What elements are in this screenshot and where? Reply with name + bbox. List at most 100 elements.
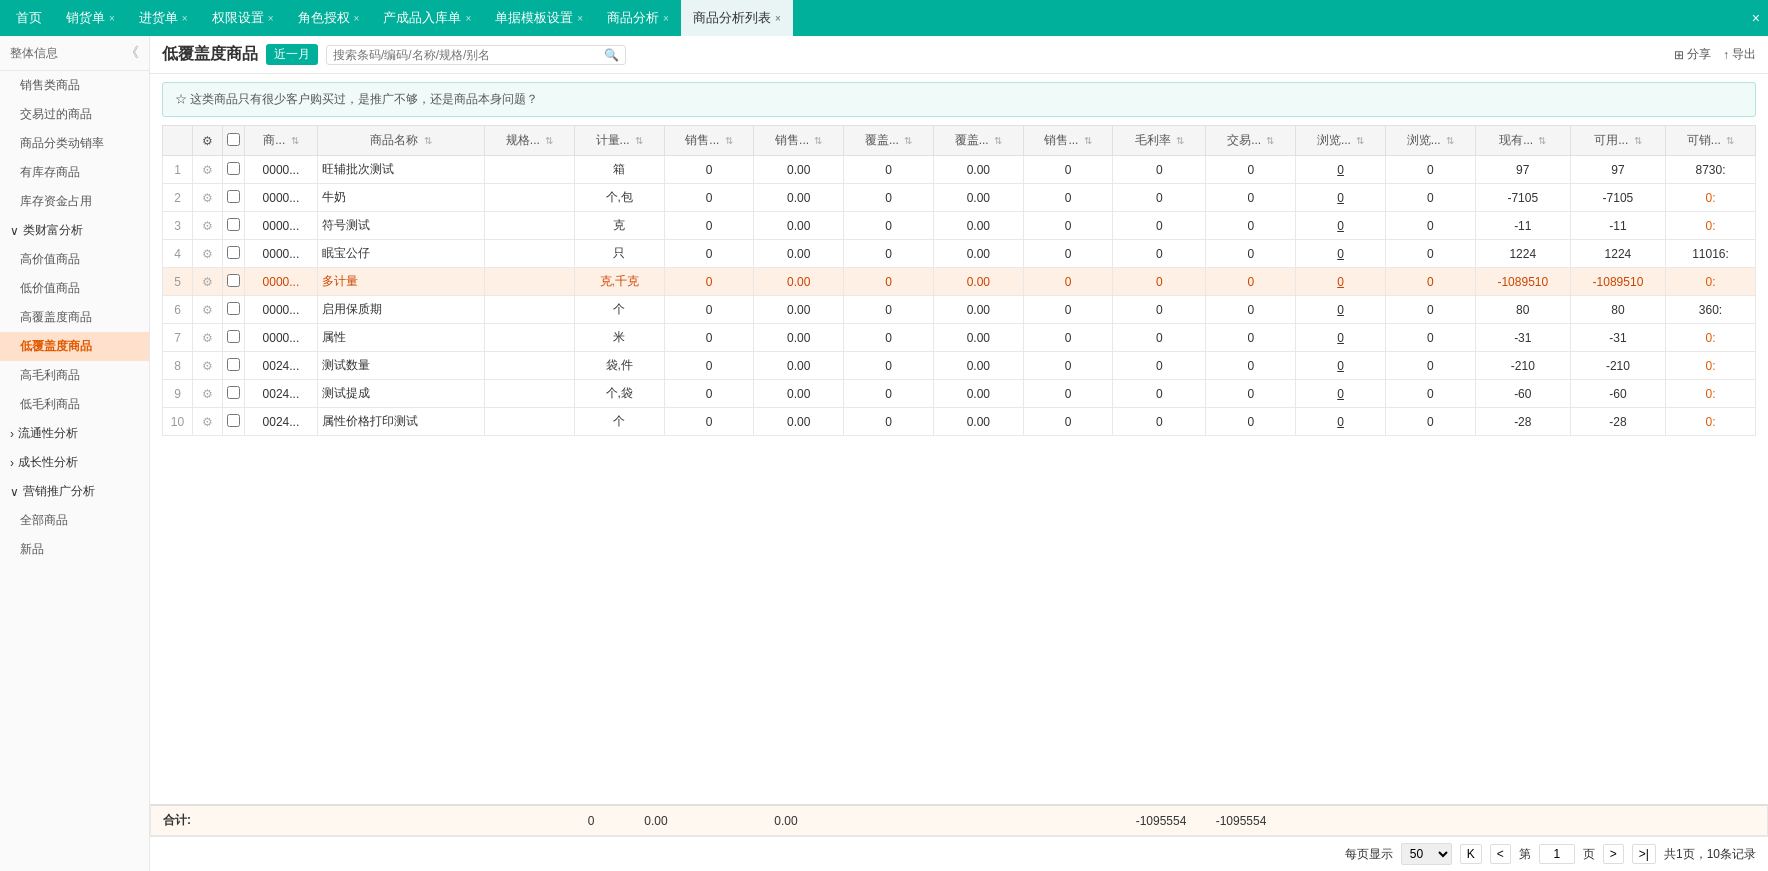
sidebar-item-sales-goods[interactable]: 销售类商品 [0,71,149,100]
row-checkbox[interactable] [223,212,245,240]
close-icon[interactable]: × [109,13,115,24]
name-column-header[interactable]: 商品名称 ⇅ [317,126,484,156]
cover2-column-header[interactable]: 覆盖... ⇅ [933,126,1023,156]
select-all-checkbox[interactable] [227,133,240,146]
sidebar-item-traded-goods[interactable]: 交易过的商品 [0,100,149,129]
row-checkbox[interactable] [223,268,245,296]
sidebar-item-high-value[interactable]: 高价值商品 [0,245,149,274]
code-column-header[interactable]: 商... ⇅ [245,126,318,156]
last-page-button[interactable]: >| [1632,844,1656,864]
close-icon[interactable]: × [663,13,669,24]
row-settings[interactable]: ⚙ [193,324,223,352]
sidebar-item-high-coverage[interactable]: 高覆盖度商品 [0,303,149,332]
nav-tab-role[interactable]: 角色授权 × [286,0,372,36]
row-settings[interactable]: ⚙ [193,184,223,212]
nav-tab-analysis-list[interactable]: 商品分析列表 × [681,0,793,36]
row-sales-qty: 0 [664,184,754,212]
close-icon[interactable]: × [182,13,188,24]
row-browse1[interactable]: 0 [1296,324,1386,352]
row-trade: 0 [1206,156,1296,184]
checkbox-column-header [223,126,245,156]
sales-amt-column-header[interactable]: 销售... ⇅ [754,126,844,156]
row-checkbox[interactable] [223,240,245,268]
sidebar-section: 销售类商品 交易过的商品 商品分类动销率 有库存商品 库存资金占用 ∨ 类财富分… [0,71,149,564]
row-settings[interactable]: ⚙ [193,156,223,184]
row-browse1[interactable]: 0 [1296,156,1386,184]
next-page-button[interactable]: > [1603,844,1624,864]
sidebar-group-wealth[interactable]: ∨ 类财富分析 [0,216,149,245]
prev-page-button[interactable]: < [1490,844,1511,864]
current-stock-column-header[interactable]: 现有... ⇅ [1475,126,1570,156]
page-number-input[interactable] [1539,844,1575,864]
nav-tab-sales[interactable]: 销货单 × [54,0,127,36]
search-input[interactable] [333,48,604,62]
sidebar-group-flow[interactable]: › 流通性分析 [0,419,149,448]
row-browse1[interactable]: 0 [1296,408,1386,436]
row-checkbox[interactable] [223,380,245,408]
date-filter-button[interactable]: 近一月 [266,44,318,65]
spec-column-header[interactable]: 规格... ⇅ [485,126,575,156]
share-button[interactable]: ⊞ 分享 [1674,46,1711,63]
sales-qty-column-header[interactable]: 销售... ⇅ [664,126,754,156]
settings-column-header[interactable]: ⚙ [193,126,223,156]
row-settings[interactable]: ⚙ [193,212,223,240]
available-column-header[interactable]: 可用... ⇅ [1570,126,1665,156]
nav-tab-purchase[interactable]: 进货单 × [127,0,200,36]
row-checkbox[interactable] [223,156,245,184]
row-settings[interactable]: ⚙ [193,380,223,408]
close-icon[interactable]: × [577,13,583,24]
row-checkbox[interactable] [223,184,245,212]
sidebar-item-stock-capital[interactable]: 库存资金占用 [0,187,149,216]
row-browse1[interactable]: 0 [1296,380,1386,408]
nav-tab-product-in[interactable]: 产成品入库单 × [371,0,483,36]
row-settings[interactable]: ⚙ [193,408,223,436]
row-browse1[interactable]: 0 [1296,212,1386,240]
sidebar-item-all-goods[interactable]: 全部商品 [0,506,149,535]
per-page-select[interactable]: 50 20 100 [1401,843,1452,865]
nav-tab-home[interactable]: 首页 [4,0,54,36]
row-browse1[interactable]: 0 [1296,240,1386,268]
sidebar-item-high-profit[interactable]: 高毛利商品 [0,361,149,390]
row-name: 属性价格打印测试 [317,408,484,436]
sidebar-item-low-value[interactable]: 低价值商品 [0,274,149,303]
row-settings[interactable]: ⚙ [193,352,223,380]
row-checkbox[interactable] [223,408,245,436]
row-browse1[interactable]: 0 [1296,184,1386,212]
close-icon[interactable]: × [354,13,360,24]
close-icon[interactable]: × [465,13,471,24]
row-browse1[interactable]: 0 [1296,352,1386,380]
nav-tab-permissions[interactable]: 权限设置 × [200,0,286,36]
sales3-column-header[interactable]: 销售... ⇅ [1023,126,1113,156]
export-button[interactable]: ↑ 导出 [1723,46,1756,63]
row-settings[interactable]: ⚙ [193,296,223,324]
row-browse1[interactable]: 0 [1296,296,1386,324]
trade-column-header[interactable]: 交易... ⇅ [1206,126,1296,156]
row-settings[interactable]: ⚙ [193,240,223,268]
saleable-column-header[interactable]: 可销... ⇅ [1666,126,1756,156]
sidebar-group-marketing[interactable]: ∨ 营销推广分析 [0,477,149,506]
sidebar-group-growth[interactable]: › 成长性分析 [0,448,149,477]
close-icon[interactable]: × [268,13,274,24]
nav-tab-template[interactable]: 单据模板设置 × [483,0,595,36]
row-gross-margin: 0 [1113,380,1206,408]
sidebar-collapse-button[interactable]: 《 [125,44,139,62]
close-icon[interactable]: × [775,13,781,24]
row-checkbox[interactable] [223,352,245,380]
first-page-button[interactable]: K [1460,844,1482,864]
cover1-column-header[interactable]: 覆盖... ⇅ [844,126,934,156]
sidebar-item-low-profit[interactable]: 低毛利商品 [0,390,149,419]
row-settings[interactable]: ⚙ [193,268,223,296]
sidebar-item-category-rate[interactable]: 商品分类动销率 [0,129,149,158]
window-close-button[interactable]: × [1752,10,1760,26]
browse1-column-header[interactable]: 浏览... ⇅ [1296,126,1386,156]
unit-column-header[interactable]: 计量... ⇅ [574,126,664,156]
row-browse1[interactable]: 0 [1296,268,1386,296]
row-checkbox[interactable] [223,324,245,352]
nav-tab-analysis[interactable]: 商品分析 × [595,0,681,36]
browse2-column-header[interactable]: 浏览... ⇅ [1385,126,1475,156]
gross-margin-column-header[interactable]: 毛利率 ⇅ [1113,126,1206,156]
sidebar-item-new-goods[interactable]: 新品 [0,535,149,564]
sidebar-item-low-coverage[interactable]: 低覆盖度商品 [0,332,149,361]
row-checkbox[interactable] [223,296,245,324]
sidebar-item-in-stock[interactable]: 有库存商品 [0,158,149,187]
